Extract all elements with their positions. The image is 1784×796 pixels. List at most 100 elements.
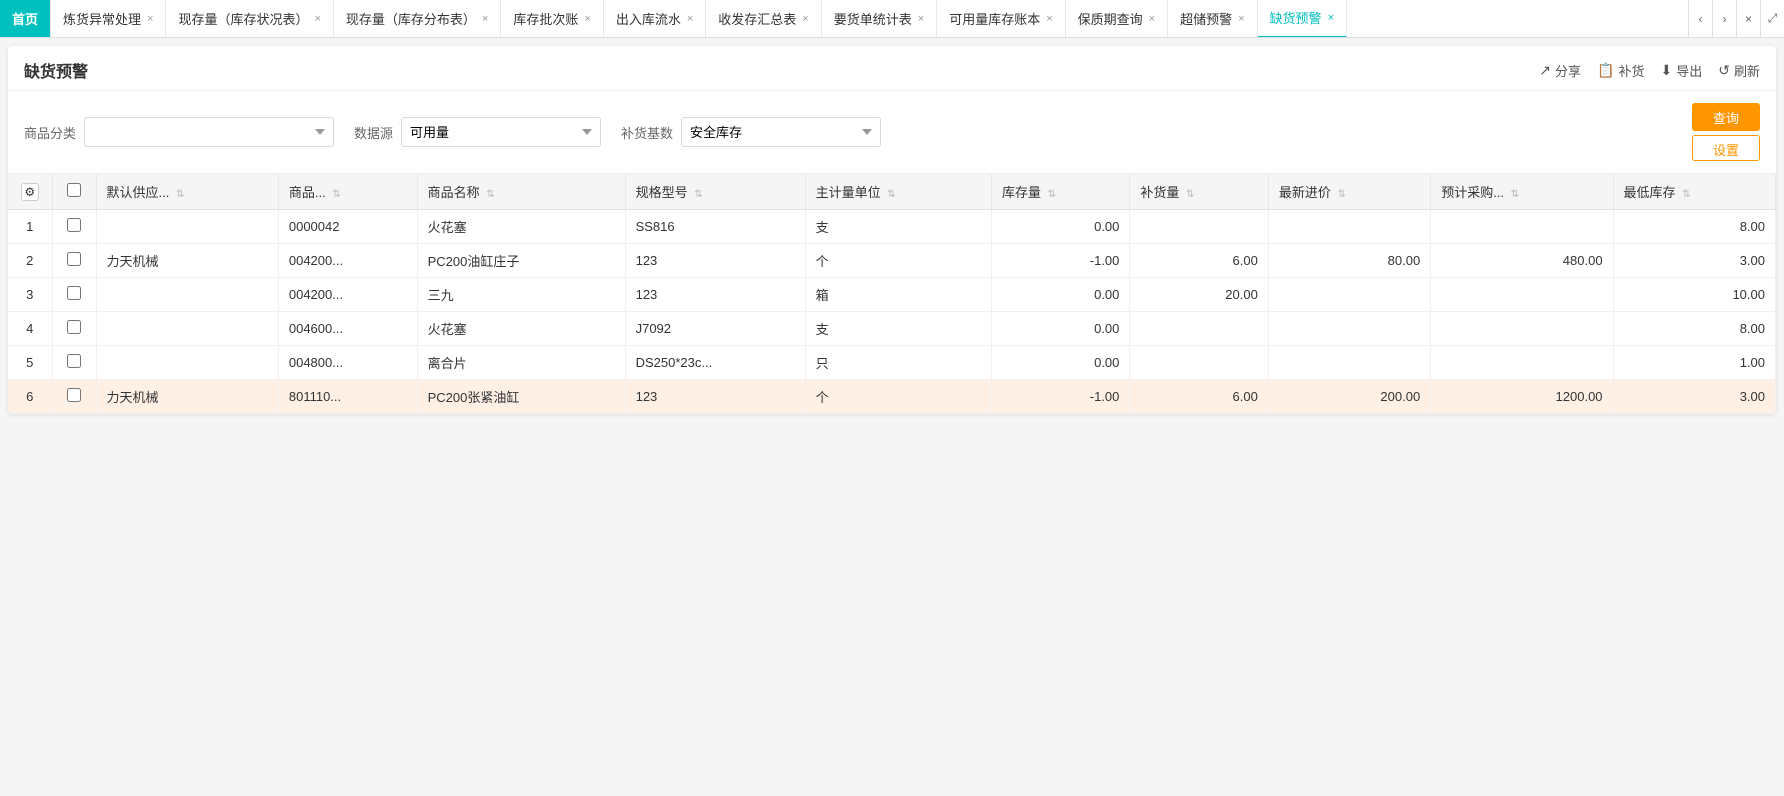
row-checkbox[interactable] [67, 286, 81, 300]
col-estimated-label: 预计采购... [1441, 185, 1504, 200]
row-stock: 0.00 [992, 278, 1130, 312]
row-unit: 支 [805, 312, 991, 346]
supplement-button[interactable]: 📋 补货 [1597, 61, 1644, 80]
close-icon[interactable]: × [918, 13, 924, 25]
row-supplement [1130, 210, 1268, 244]
export-button[interactable]: ⬇ 导出 [1661, 61, 1703, 80]
row-supplement: 20.00 [1130, 278, 1268, 312]
row-product-name: 三九 [417, 278, 625, 312]
row-min-stock: 1.00 [1613, 346, 1775, 380]
row-supplier [96, 278, 278, 312]
col-min-stock-label: 最低库存 [1624, 185, 1676, 200]
nav-tab-4[interactable]: 库存批次账 × [501, 0, 603, 38]
sort-icon: ⇅ [1337, 189, 1345, 200]
col-supplier: 默认供应... ⇅ [96, 174, 278, 210]
nav-prev-arrow[interactable]: ‹ [1688, 0, 1712, 38]
table-container: ⚙ 默认供应... ⇅ 商品... ⇅ 商品名称 ⇅ [8, 174, 1776, 414]
close-icon[interactable]: × [1046, 13, 1052, 25]
filter-base-group: 补货基数 安全库存 最低库存 [621, 117, 881, 147]
filter-category-select[interactable] [84, 117, 334, 147]
nav-tab-5-label: 出入库流水 [616, 9, 681, 28]
filter-row: 商品分类 数据源 可用量 库存量 补货基数 安全库存 最低库存 查询 设置 [8, 91, 1776, 174]
nav-tab-9[interactable]: 保质期查询 × [1066, 0, 1168, 38]
row-checkbox[interactable] [67, 218, 81, 232]
close-icon[interactable]: × [802, 13, 808, 25]
row-supplement [1130, 346, 1268, 380]
filter-base-select[interactable]: 安全库存 最低库存 [681, 117, 881, 147]
filter-category-label: 商品分类 [24, 123, 76, 142]
row-stock: 0.00 [992, 346, 1130, 380]
refresh-button[interactable]: ↺ 刷新 [1718, 61, 1760, 80]
nav-tab-8[interactable]: 可用量库存账本 × [937, 0, 1065, 38]
row-num: 2 [8, 244, 52, 278]
col-latest-price-label: 最新进价 [1279, 185, 1331, 200]
col-supplier-label: 默认供应... [107, 185, 170, 200]
gear-icon[interactable]: ⚙ [21, 183, 39, 201]
table-row: 1 0000042 火花塞 SS816 支 0.00 8.00 [8, 210, 1776, 244]
nav-tab-10-label: 超储预警 [1180, 9, 1232, 28]
nav-arrows: ‹ › × ⤢ [1688, 0, 1784, 38]
row-checkbox[interactable] [67, 354, 81, 368]
filter-datasource-group: 数据源 可用量 库存量 [354, 117, 601, 147]
col-product-name-label: 商品名称 [428, 185, 480, 200]
table-row: 6 力天机械 801110... PC200张紧油缸 123 个 -1.00 6… [8, 380, 1776, 414]
row-checkbox-cell [52, 312, 96, 346]
col-estimated: 预计采购... ⇅ [1431, 174, 1613, 210]
row-checkbox[interactable] [67, 252, 81, 266]
nav-tab-11[interactable]: 缺货预警 × [1258, 0, 1347, 38]
nav-tab-3[interactable]: 现存量（库存分布表） × [334, 0, 501, 38]
nav-next-arrow[interactable]: › [1712, 0, 1736, 38]
col-spec-label: 规格型号 [636, 185, 688, 200]
nav-tab-10[interactable]: 超储预警 × [1168, 0, 1257, 38]
settings-button[interactable]: 设置 [1692, 135, 1760, 161]
nav-close-arrow[interactable]: × [1736, 0, 1760, 38]
close-icon[interactable]: × [687, 13, 693, 25]
close-icon[interactable]: × [147, 13, 153, 25]
filter-datasource-select[interactable]: 可用量 库存量 [401, 117, 601, 147]
row-latest-price: 80.00 [1268, 244, 1430, 278]
sort-icon: ⇅ [1511, 189, 1519, 200]
nav-tab-2[interactable]: 现存量（库存状况表） × [166, 0, 333, 38]
row-min-stock: 8.00 [1613, 210, 1775, 244]
nav-tab-1[interactable]: 炼货异常处理 × [51, 0, 166, 38]
close-icon[interactable]: × [314, 13, 320, 25]
nav-tab-5[interactable]: 出入库流水 × [604, 0, 706, 38]
close-icon[interactable]: × [1238, 13, 1244, 25]
row-checkbox[interactable] [67, 320, 81, 334]
close-icon[interactable]: × [1328, 12, 1334, 24]
share-button[interactable]: ↗ 分享 [1539, 61, 1581, 80]
header-actions: ↗ 分享 📋 补货 ⬇ 导出 ↺ 刷新 [1539, 61, 1760, 80]
close-icon[interactable]: × [584, 13, 590, 25]
row-latest-price [1268, 278, 1430, 312]
row-unit: 箱 [805, 278, 991, 312]
row-latest-price: 200.00 [1268, 380, 1430, 414]
row-stock: 0.00 [992, 312, 1130, 346]
col-checkbox [52, 174, 96, 210]
select-all-checkbox[interactable] [67, 183, 81, 197]
close-icon[interactable]: × [482, 13, 488, 25]
sort-icon: ⇅ [486, 189, 494, 200]
row-stock: -1.00 [992, 380, 1130, 414]
close-icon[interactable]: × [1149, 13, 1155, 25]
row-supplier [96, 210, 278, 244]
sort-icon: ⇅ [1186, 189, 1194, 200]
nav-tab-7-label: 要货单统计表 [834, 9, 912, 28]
nav-tab-3-label: 现存量（库存分布表） [346, 9, 476, 28]
row-num: 6 [8, 380, 52, 414]
nav-expand-arrow[interactable]: ⤢ [1760, 0, 1784, 38]
table-row: 5 004800... 离合片 DS250*23c... 只 0.00 1.00 [8, 346, 1776, 380]
table-header-row: ⚙ 默认供应... ⇅ 商品... ⇅ 商品名称 ⇅ [8, 174, 1776, 210]
row-checkbox[interactable] [67, 388, 81, 402]
data-table: ⚙ 默认供应... ⇅ 商品... ⇅ 商品名称 ⇅ [8, 174, 1776, 414]
col-stock-label: 库存量 [1002, 185, 1041, 200]
row-unit: 支 [805, 210, 991, 244]
row-product-code: 004200... [278, 278, 417, 312]
filter-base-label: 补货基数 [621, 123, 673, 142]
nav-tab-6[interactable]: 收发存汇总表 × [706, 0, 821, 38]
row-product-name: 火花塞 [417, 312, 625, 346]
query-button[interactable]: 查询 [1692, 103, 1760, 131]
row-spec: 123 [625, 380, 805, 414]
nav-tab-7[interactable]: 要货单统计表 × [822, 0, 937, 38]
table-row: 3 004200... 三九 123 箱 0.00 20.00 10.00 [8, 278, 1776, 312]
nav-tab-home[interactable]: 首页 [0, 0, 51, 38]
